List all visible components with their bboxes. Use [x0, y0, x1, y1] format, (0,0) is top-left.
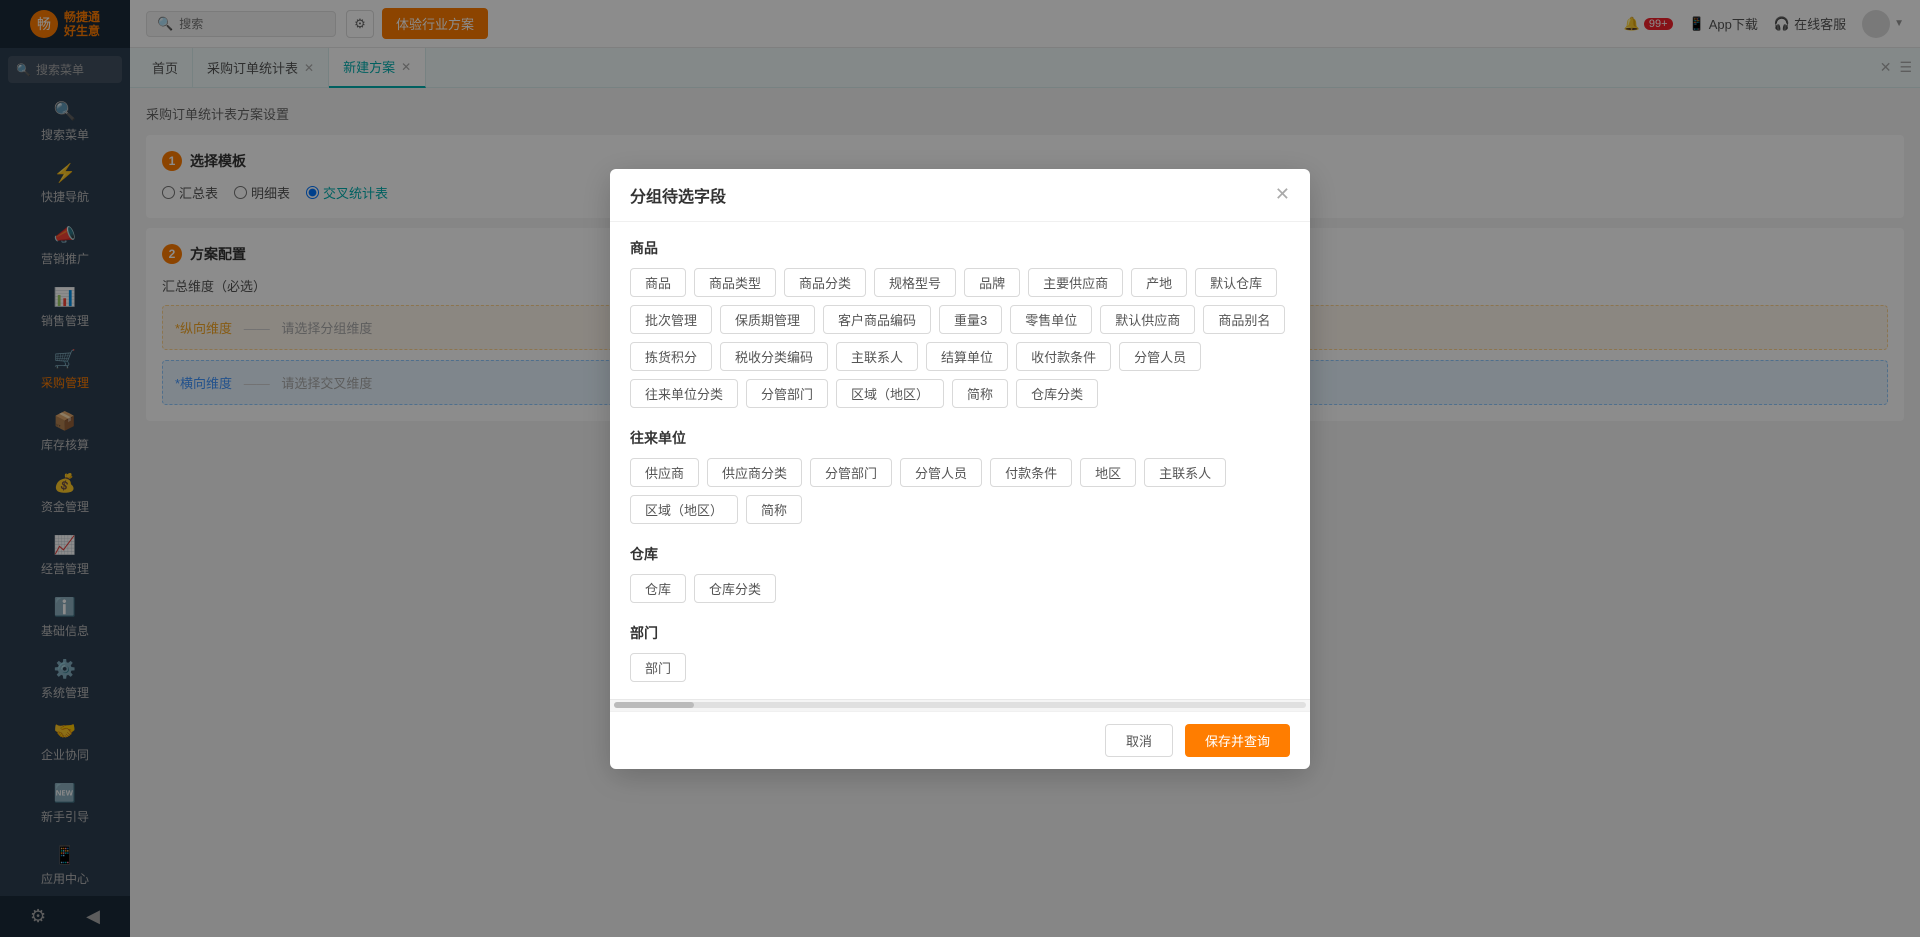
field-tag-付款条件[interactable]: 付款条件 — [990, 458, 1072, 487]
field-tag-部门[interactable]: 部门 — [630, 653, 686, 682]
save-button[interactable]: 保存并查询 — [1185, 724, 1290, 757]
field-tag-分管人员[interactable]: 分管人员 — [1119, 342, 1201, 371]
field-tag-税收分类编码[interactable]: 税收分类编码 — [720, 342, 828, 371]
field-tag-区域（地区）[interactable]: 区域（地区） — [630, 495, 738, 524]
field-tag-简称[interactable]: 简称 — [952, 379, 1008, 408]
modal-body: 商品商品商品类型商品分类规格型号品牌主要供应商产地默认仓库批次管理保质期管理客户… — [610, 222, 1310, 699]
field-tags-0: 商品商品类型商品分类规格型号品牌主要供应商产地默认仓库批次管理保质期管理客户商品… — [630, 268, 1290, 408]
field-tag-结算单位[interactable]: 结算单位 — [926, 342, 1008, 371]
modal-footer: 取消 保存并查询 — [610, 711, 1310, 769]
field-tag-客户商品编码[interactable]: 客户商品编码 — [823, 305, 931, 334]
field-tag-分管部门[interactable]: 分管部门 — [746, 379, 828, 408]
field-tags-1: 供应商供应商分类分管部门分管人员付款条件地区主联系人区域（地区） 简称 — [630, 458, 1290, 524]
field-section-仓库: 仓库仓库仓库分类 — [630, 544, 1290, 603]
field-tag-默认供应商[interactable]: 默认供应商 — [1100, 305, 1195, 334]
field-tag-商品别名[interactable]: 商品别名 — [1203, 305, 1285, 334]
section-title-2: 仓库 — [630, 544, 1290, 564]
field-tag-商品[interactable]: 商品 — [630, 268, 686, 297]
field-tag-供应商[interactable]: 供应商 — [630, 458, 699, 487]
field-tag-分管部门[interactable]: 分管部门 — [810, 458, 892, 487]
field-tag-规格型号[interactable]: 规格型号 — [874, 268, 956, 297]
cancel-button[interactable]: 取消 — [1105, 724, 1173, 757]
field-section-往来单位: 往来单位供应商供应商分类分管部门分管人员付款条件地区主联系人区域（地区） 简称 — [630, 428, 1290, 524]
field-selector-modal: 分组待选字段 ✕ 商品商品商品类型商品分类规格型号品牌主要供应商产地默认仓库批次… — [610, 169, 1310, 769]
field-tag-仓库分类[interactable]: 仓库分类 — [694, 574, 776, 603]
field-tag-保质期管理[interactable]: 保质期管理 — [720, 305, 815, 334]
field-tag-品牌[interactable]: 品牌 — [964, 268, 1020, 297]
field-tag-主联系人[interactable]: 主联系人 — [836, 342, 918, 371]
modal-title: 分组待选字段 — [630, 183, 726, 207]
field-tag-主联系人[interactable]: 主联系人 — [1144, 458, 1226, 487]
field-tag-供应商分类[interactable]: 供应商分类 — [707, 458, 802, 487]
field-tag-拣货积分[interactable]: 拣货积分 — [630, 342, 712, 371]
field-tag-简称[interactable]: 简称 — [746, 495, 802, 524]
section-title-1: 往来单位 — [630, 428, 1290, 448]
modal-horizontal-scrollbar — [610, 699, 1310, 711]
field-tags-2: 仓库仓库分类 — [630, 574, 1290, 603]
section-title-0: 商品 — [630, 238, 1290, 258]
modal-header: 分组待选字段 ✕ — [610, 169, 1310, 222]
field-tag-地区[interactable]: 地区 — [1080, 458, 1136, 487]
field-tag-收付款条件[interactable]: 收付款条件 — [1016, 342, 1111, 371]
field-tag-产地[interactable]: 产地 — [1131, 268, 1187, 297]
field-tag-商品类型[interactable]: 商品类型 — [694, 268, 776, 297]
field-tag-商品分类[interactable]: 商品分类 — [784, 268, 866, 297]
field-tag-批次管理[interactable]: 批次管理 — [630, 305, 712, 334]
field-tag-重量3[interactable]: 重量3 — [939, 305, 1002, 334]
section-title-3: 部门 — [630, 623, 1290, 643]
modal-close-button[interactable]: ✕ — [1275, 184, 1290, 205]
field-tag-区域（地区）[interactable]: 区域（地区） — [836, 379, 944, 408]
field-section-部门: 部门部门 — [630, 623, 1290, 682]
field-tag-仓库分类[interactable]: 仓库分类 — [1016, 379, 1098, 408]
field-tag-仓库[interactable]: 仓库 — [630, 574, 686, 603]
field-tags-3: 部门 — [630, 653, 1290, 682]
field-tag-往来单位分类[interactable]: 往来单位分类 — [630, 379, 738, 408]
field-tag-零售单位[interactable]: 零售单位 — [1010, 305, 1092, 334]
field-tag-主要供应商[interactable]: 主要供应商 — [1028, 268, 1123, 297]
field-tag-默认仓库[interactable]: 默认仓库 — [1195, 268, 1277, 297]
field-tag-分管人员[interactable]: 分管人员 — [900, 458, 982, 487]
field-section-商品: 商品商品商品类型商品分类规格型号品牌主要供应商产地默认仓库批次管理保质期管理客户… — [630, 238, 1290, 408]
